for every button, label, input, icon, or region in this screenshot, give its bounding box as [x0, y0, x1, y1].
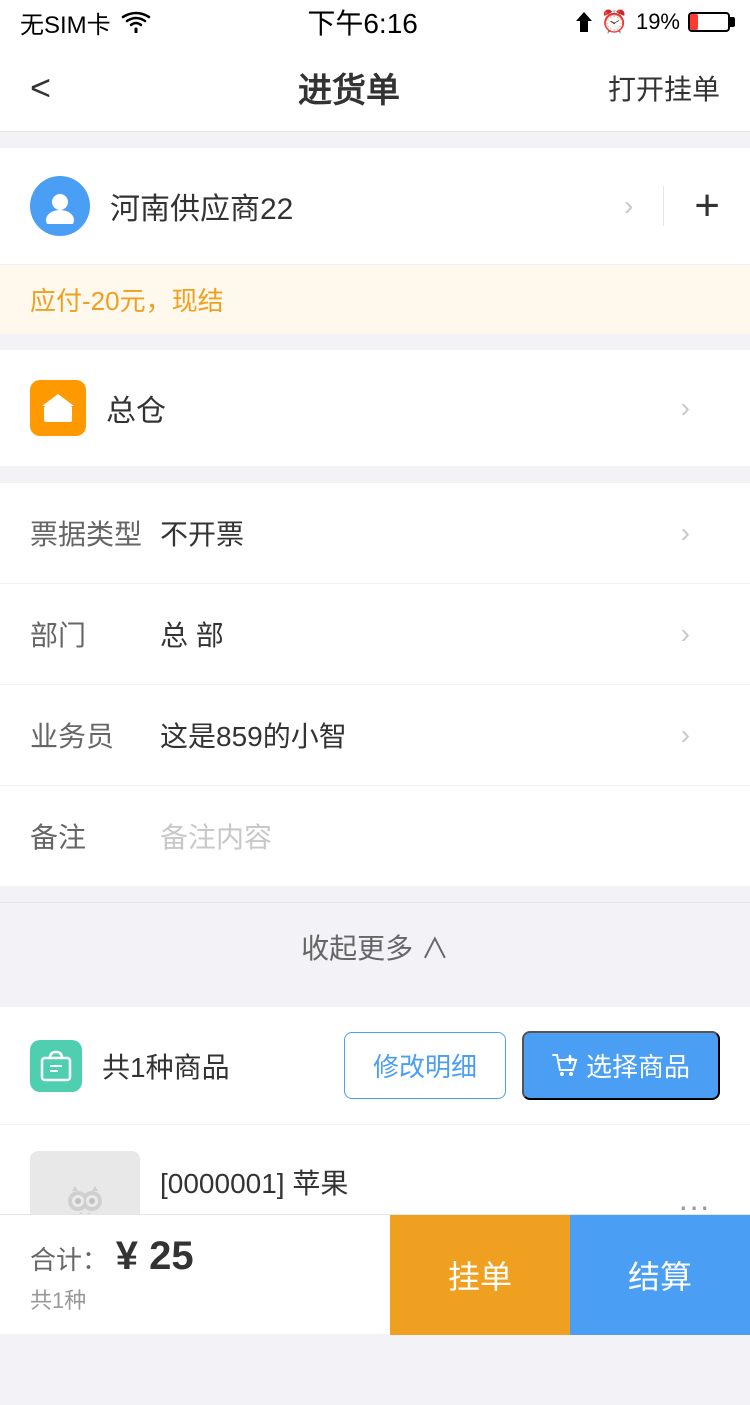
total-label: 合计：: [30, 1245, 108, 1275]
hang-button[interactable]: 挂单: [390, 1215, 570, 1335]
invoice-chevron: ›: [681, 517, 690, 549]
sales-row[interactable]: 业务员 这是859的小智 ›: [0, 684, 750, 785]
supplier-chevron: ›: [624, 190, 633, 222]
alarm-icon: ⏰: [601, 9, 628, 35]
warehouse-row[interactable]: 总仓 ›: [0, 350, 750, 466]
total-count: 共1种: [30, 1283, 360, 1315]
add-supplier-button[interactable]: +: [694, 184, 720, 228]
product-icon: [30, 1040, 82, 1092]
supplier-avatar: [30, 176, 90, 236]
nav-bar: < 进货单 打开挂单: [0, 44, 750, 132]
product-name: [0000001] 苹果: [160, 1162, 668, 1202]
remark-input[interactable]: 备注内容: [160, 816, 720, 856]
select-product-label: 选择商品: [586, 1047, 690, 1084]
supplier-name: 河南供应商22: [110, 184, 624, 228]
invoice-value: 不开票: [160, 513, 681, 553]
divider: [663, 186, 664, 226]
location-icon: [575, 11, 593, 33]
open-pending-button[interactable]: 打开挂单: [608, 68, 720, 108]
wifi-icon: [121, 11, 151, 33]
carrier-text: 无SIM卡: [20, 5, 111, 40]
status-time: 下午6:16: [307, 2, 418, 42]
dept-value: 总 部: [160, 614, 681, 654]
total-amount: ¥ 25: [116, 1234, 194, 1278]
checkout-button[interactable]: 结算: [570, 1215, 750, 1335]
status-carrier: 无SIM卡: [20, 5, 151, 40]
remark-row[interactable]: 备注 备注内容: [0, 785, 750, 886]
back-button[interactable]: <: [30, 67, 90, 109]
remark-label: 备注: [30, 816, 160, 856]
supplier-row[interactable]: 河南供应商22 › +: [0, 148, 750, 265]
invoice-label: 票据类型: [30, 513, 160, 553]
dept-chevron: ›: [681, 618, 690, 650]
warehouse-name: 总仓: [106, 386, 681, 430]
warehouse-icon: [30, 380, 86, 436]
warehouse-section: 总仓 ›: [0, 350, 750, 466]
edit-detail-button[interactable]: 修改明细: [344, 1032, 506, 1099]
nav-title: 进货单: [298, 63, 400, 112]
bottom-bar: 合计： ¥ 25 共1种 挂单 结算: [0, 1214, 750, 1334]
sales-value: 这是859的小智: [160, 715, 681, 755]
battery-icon: [688, 12, 730, 32]
collapse-button[interactable]: 收起更多 ∧: [0, 902, 750, 991]
sales-chevron: ›: [681, 719, 690, 751]
status-bar: 无SIM卡 下午6:16 ⏰ 19%: [0, 0, 750, 44]
supplier-section: 河南供应商22 › + 应付-20元，现结: [0, 148, 750, 334]
product-count: 共1种商品: [102, 1046, 344, 1086]
product-header: 共1种商品 修改明细 选择商品: [0, 1007, 750, 1125]
product-code: [0000001] 苹果: [160, 1168, 348, 1199]
battery-percent: 19%: [636, 9, 680, 35]
warehouse-chevron: ›: [681, 392, 690, 424]
dept-row[interactable]: 部门 总 部 ›: [0, 583, 750, 684]
status-right: ⏰ 19%: [575, 9, 730, 35]
invoice-row[interactable]: 票据类型 不开票 ›: [0, 482, 750, 583]
sales-label: 业务员: [30, 715, 160, 755]
select-product-button[interactable]: 选择商品: [522, 1031, 720, 1100]
total-section: 合计： ¥ 25 共1种: [0, 1234, 390, 1315]
dept-label: 部门: [30, 614, 160, 654]
supplier-notice: 应付-20元，现结: [0, 265, 750, 334]
form-section: 票据类型 不开票 › 部门 总 部 › 业务员 这是859的小智 › 备注 备注…: [0, 482, 750, 886]
cart-icon: [552, 1054, 578, 1078]
